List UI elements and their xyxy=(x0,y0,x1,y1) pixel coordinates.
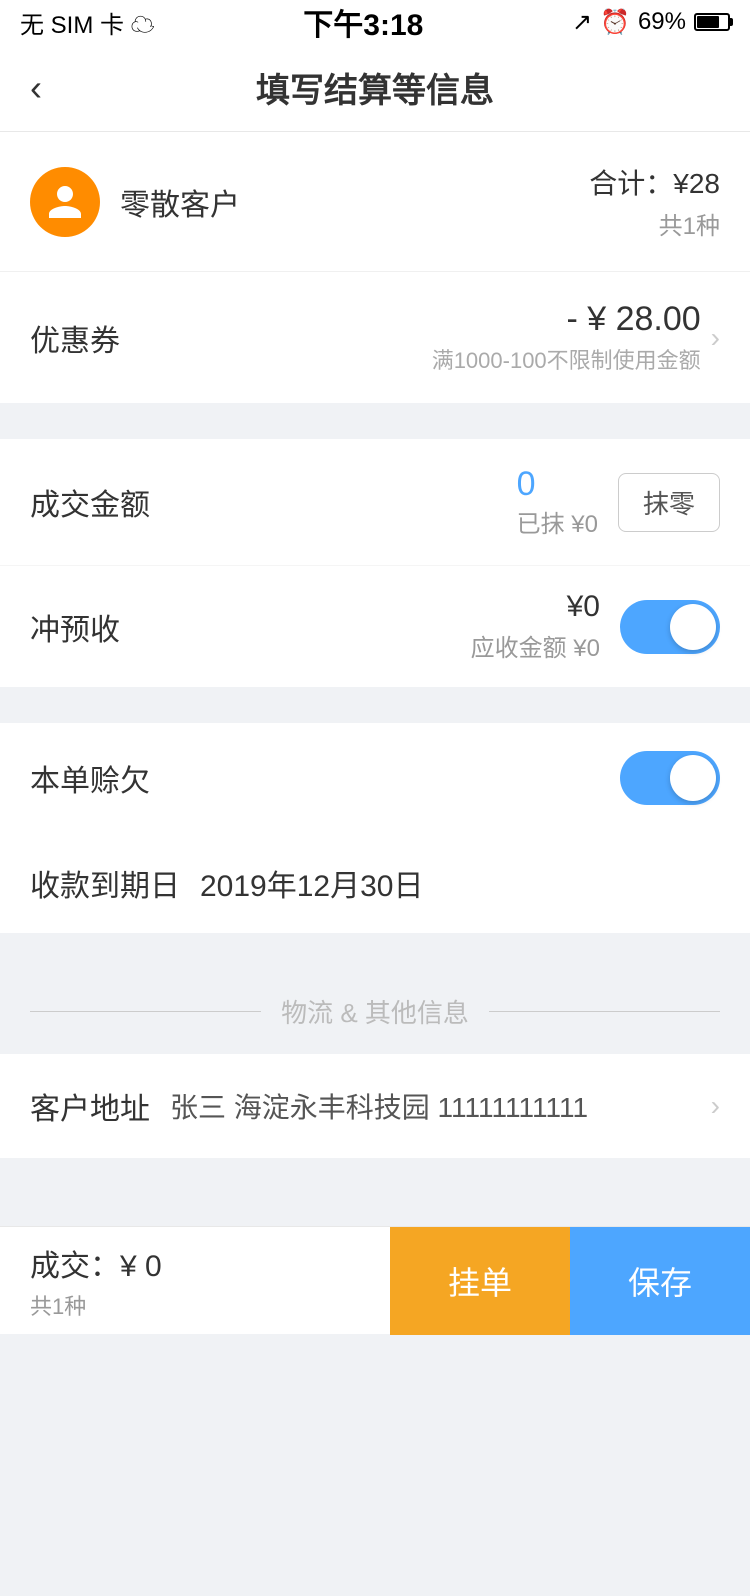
prepayment-row: 冲预收 ¥0 应收金额 ¥0 xyxy=(0,566,750,687)
round-off-button[interactable]: 抹零 xyxy=(618,473,720,532)
bottom-deal-text: 成交： xyxy=(30,1250,120,1283)
bottom-deal-amount: ¥ 0 xyxy=(120,1250,162,1283)
prepayment-right: ¥0 应收金额 ¥0 xyxy=(471,590,720,663)
person-icon xyxy=(45,182,85,222)
toggle-circle xyxy=(670,604,716,650)
coupon-chevron-icon: › xyxy=(711,322,720,354)
customer-row: 零散客户 合计：¥28 共1种 xyxy=(0,132,750,271)
battery-percent: 69% xyxy=(638,8,686,36)
address-chevron-icon: › xyxy=(711,1090,720,1122)
status-left: 无 SIM 卡 ☁ xyxy=(20,5,155,40)
debit-label: 本单赊欠 xyxy=(30,756,150,800)
customer-total: 合计：¥28 xyxy=(589,162,720,202)
deal-amount-right: 0 已抹 ¥0 抹零 xyxy=(517,465,720,539)
address-section: 客户地址 张三 海淀永丰科技园 11111111111 › xyxy=(0,1054,750,1158)
status-bar: 无 SIM 卡 ☁ 下午3:18 ↗ ⏰ 69% xyxy=(0,0,750,44)
deal-amount-section: 成交金额 0 已抹 ¥0 抹零 冲预收 ¥0 应收金额 ¥0 xyxy=(0,439,750,687)
debit-toggle-circle xyxy=(670,755,716,801)
prepayment-amount: ¥0 xyxy=(471,590,600,624)
nav-bar: ‹ 填写结算等信息 xyxy=(0,44,750,132)
battery-icon xyxy=(694,13,730,31)
address-label: 客户地址 xyxy=(30,1084,150,1128)
location-icon: ↗ xyxy=(572,8,592,37)
customer-right: 合计：¥28 共1种 xyxy=(589,162,720,241)
deal-amount-row: 成交金额 0 已抹 ¥0 抹零 xyxy=(0,439,750,566)
deal-amount-info: 0 已抹 ¥0 xyxy=(517,465,598,539)
sim-label: 无 SIM 卡 ☁ xyxy=(20,5,155,40)
divider-right xyxy=(489,1011,720,1012)
section-divider-1 xyxy=(0,421,750,439)
bottom-count: 共1种 xyxy=(30,1289,360,1321)
coupon-desc: 满1000-100不限制使用金额 xyxy=(432,343,701,375)
deal-amount-sub: 已抹 ¥0 xyxy=(517,504,598,539)
debit-row: 本单赊欠 xyxy=(0,723,750,833)
save-button[interactable]: 保存 xyxy=(570,1227,750,1335)
page-title: 填写结算等信息 xyxy=(256,63,494,112)
address-row[interactable]: 客户地址 张三 海淀永丰科技园 11111111111 › xyxy=(0,1054,750,1158)
debit-section: 本单赊欠 收款到期日 2019年12月30日 xyxy=(0,723,750,933)
deal-amount-label: 成交金额 xyxy=(30,480,150,524)
customer-name: 零散客户 xyxy=(120,180,240,224)
status-right: ↗ ⏰ 69% xyxy=(572,8,730,37)
coupon-info: - ¥ 28.00 满1000-100不限制使用金额 xyxy=(432,300,701,375)
divider-left xyxy=(30,1011,261,1012)
coupon-amount: - ¥ 28.00 xyxy=(432,300,701,339)
customer-count: 共1种 xyxy=(589,206,720,241)
bottom-summary: 成交：¥ 0 共1种 xyxy=(0,1241,390,1321)
address-value: 张三 海淀永丰科技园 11111111111 xyxy=(170,1086,711,1126)
prepayment-receivable: 应收金额 ¥0 xyxy=(471,628,600,663)
section-divider-2 xyxy=(0,705,750,723)
deal-amount-value: 0 xyxy=(517,465,598,504)
status-time: 下午3:18 xyxy=(303,0,423,44)
customer-section: 零散客户 合计：¥28 共1种 优惠券 - ¥ 28.00 满1000-100不… xyxy=(0,132,750,403)
alarm-icon: ⏰ xyxy=(600,8,630,37)
bottom-deal-label: 成交：¥ 0 xyxy=(30,1241,360,1285)
due-date-value[interactable]: 2019年12月30日 xyxy=(200,861,423,905)
coupon-label: 优惠券 xyxy=(30,316,120,360)
section-divider-3 xyxy=(0,951,750,969)
back-button[interactable]: ‹ xyxy=(30,67,42,109)
customer-left: 零散客户 xyxy=(30,167,240,237)
logistics-label: 物流 & 其他信息 xyxy=(261,993,489,1030)
main-content: 零散客户 合计：¥28 共1种 优惠券 - ¥ 28.00 满1000-100不… xyxy=(0,132,750,1596)
coupon-right: - ¥ 28.00 满1000-100不限制使用金额 › xyxy=(432,300,720,375)
coupon-row[interactable]: 优惠券 - ¥ 28.00 满1000-100不限制使用金额 › xyxy=(0,271,750,403)
logistics-header: 物流 & 其他信息 xyxy=(0,969,750,1054)
prepayment-amounts: ¥0 应收金额 ¥0 xyxy=(471,590,600,663)
prepayment-toggle[interactable] xyxy=(620,600,720,654)
bottom-bar: 成交：¥ 0 共1种 挂单 保存 xyxy=(0,1226,750,1334)
avatar xyxy=(30,167,100,237)
debit-toggle[interactable] xyxy=(620,751,720,805)
prepayment-label: 冲预收 xyxy=(30,605,120,649)
due-date-row: 收款到期日 2019年12月30日 xyxy=(0,833,750,933)
hold-button[interactable]: 挂单 xyxy=(390,1227,570,1335)
due-date-label: 收款到期日 xyxy=(30,861,180,905)
